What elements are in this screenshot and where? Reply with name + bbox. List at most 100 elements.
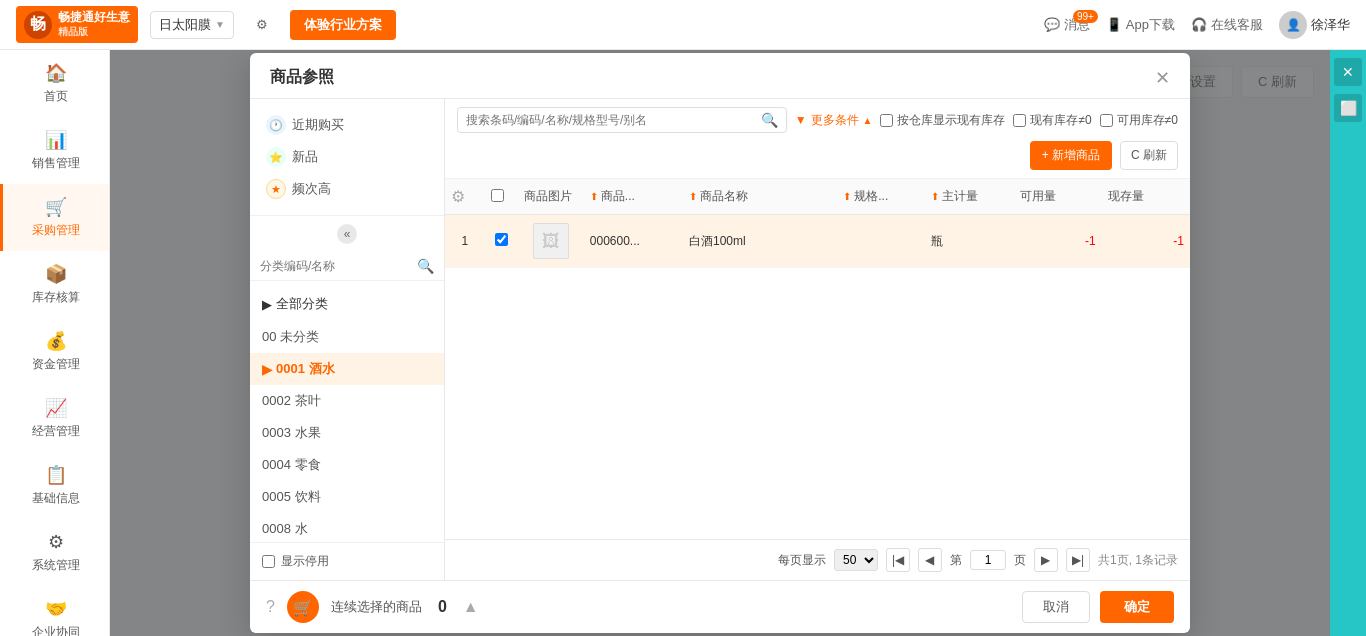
- pagination: 每页显示 50 |◀ ◀ 第 页 ▶ ▶| 共1页, 1条记录: [445, 539, 1190, 580]
- settings-icon[interactable]: ⚙: [246, 9, 278, 41]
- category-item-water[interactable]: 0008 水: [250, 513, 444, 542]
- recent-icon: 🕐: [266, 115, 286, 135]
- more-filter-btn[interactable]: ▼ 更多条件 ▲: [795, 112, 873, 129]
- category-item-tea[interactable]: 0002 茶叶: [250, 385, 444, 417]
- last-page-btn[interactable]: ▶|: [1066, 548, 1090, 572]
- category-expand-arrow: ▶: [262, 362, 272, 377]
- add-product-btn[interactable]: + 新增商品: [1030, 141, 1112, 170]
- category-item-uncategorized[interactable]: 00 未分类: [250, 321, 444, 353]
- sidebar-item-home[interactable]: 🏠 首页: [0, 50, 109, 117]
- table-row[interactable]: 1 🖼 000600...: [445, 215, 1190, 268]
- base-info-icon: 📋: [45, 464, 67, 486]
- category-panel: 🕐 近期购买 ⭐ 新品 ★ 频次高: [250, 99, 445, 580]
- help-icon[interactable]: ?: [266, 598, 275, 616]
- category-item-drink[interactable]: 0005 饮料: [250, 481, 444, 513]
- available-stock-checkbox[interactable]: [1100, 114, 1113, 127]
- sidebar-item-finance[interactable]: 💰 资金管理: [0, 318, 109, 385]
- new-icon: ⭐: [266, 147, 286, 167]
- sort-icon-unit: ⬆: [931, 191, 939, 202]
- sort-icon-code: ⬆: [590, 191, 598, 202]
- filter-arrow-icon: ▲: [863, 115, 873, 126]
- th-stock: 现存量: [1102, 179, 1190, 215]
- prev-page-btn[interactable]: ◀: [918, 548, 942, 572]
- product-reference-modal: 商品参照 ✕ 🕐 近期购买 ⭐: [250, 53, 1190, 633]
- sidebar-item-inventory[interactable]: 📦 库存核算: [0, 251, 109, 318]
- category-item-fruit[interactable]: 0003 水果: [250, 417, 444, 449]
- quick-recent[interactable]: 🕐 近期购买: [262, 109, 432, 141]
- app-icon: 📱: [1106, 17, 1122, 32]
- finance-icon: 💰: [45, 330, 67, 352]
- product-search-box: 🔍: [457, 107, 787, 133]
- checkbox-warehouse[interactable]: 按仓库显示现有库存: [880, 112, 1005, 129]
- page-label: 第: [950, 552, 962, 569]
- checkbox-current-stock[interactable]: 现有库存≠0: [1013, 112, 1091, 129]
- th-name: ⬆ 商品名称: [683, 179, 837, 215]
- toolbar-right: + 新增商品 C 刷新: [1030, 141, 1178, 170]
- current-page-input[interactable]: [970, 550, 1006, 570]
- modal-body: 🕐 近期购买 ⭐ 新品 ★ 频次高: [250, 99, 1190, 580]
- store-selector[interactable]: 日太阳膜 ▼: [150, 11, 234, 39]
- select-all-checkbox[interactable]: [491, 189, 504, 202]
- message-btn[interactable]: 💬 消息 99+: [1044, 16, 1090, 34]
- category-all[interactable]: ▶ 全部分类: [250, 287, 444, 321]
- operations-icon: 📈: [45, 397, 67, 419]
- main-layout: 🏠 首页 📊 销售管理 🛒 采购管理 📦 库存核算 💰 资金管理 📈 经营管理 …: [0, 50, 1366, 636]
- show-disabled-checkbox[interactable]: [262, 555, 275, 568]
- quick-new[interactable]: ⭐ 新品: [262, 141, 432, 173]
- category-search-input[interactable]: [260, 259, 411, 273]
- category-list: ▶ 全部分类 00 未分类 ▶ 0001 酒水 0002 茶: [250, 281, 444, 542]
- row-available-cell: -1: [1014, 215, 1102, 268]
- category-quick: 🕐 近期购买 ⭐ 新品 ★ 频次高: [250, 99, 444, 216]
- row-checkbox-cell: [485, 215, 518, 268]
- category-item-alcohol[interactable]: ▶ 0001 酒水: [250, 353, 444, 385]
- message-icon: 💬: [1044, 17, 1060, 32]
- collapse-btn[interactable]: «: [337, 224, 357, 244]
- sidebar-item-system[interactable]: ⚙ 系统管理: [0, 519, 109, 586]
- th-img: 商品图片: [518, 179, 584, 215]
- experience-btn[interactable]: 体验行业方案: [290, 10, 396, 40]
- category-search-icon[interactable]: 🔍: [417, 258, 434, 274]
- refresh-product-btn[interactable]: C 刷新: [1120, 141, 1178, 170]
- confirm-btn[interactable]: 确定: [1100, 591, 1174, 623]
- warehouse-checkbox[interactable]: [880, 114, 893, 127]
- category-all-arrow: ▶: [262, 297, 272, 312]
- current-stock-checkbox[interactable]: [1013, 114, 1026, 127]
- right-panel-close[interactable]: ✕: [1334, 58, 1362, 86]
- th-available: 可用量: [1014, 179, 1102, 215]
- product-search-icon[interactable]: 🔍: [761, 112, 778, 128]
- sidebar-item-purchase[interactable]: 🛒 采购管理: [0, 184, 109, 251]
- column-settings-icon[interactable]: ⚙: [451, 188, 465, 205]
- row-img-cell: 🖼: [518, 215, 584, 268]
- modal-close-btn[interactable]: ✕: [1155, 69, 1170, 87]
- message-badge: 99+: [1073, 10, 1098, 23]
- app-download-btn[interactable]: 📱 App下载: [1106, 16, 1175, 34]
- product-table-wrap: ⚙ 商品图片: [445, 179, 1190, 539]
- headset-icon: 🎧: [1191, 17, 1207, 32]
- sidebar-item-base-info[interactable]: 📋 基础信息: [0, 452, 109, 519]
- product-search-input[interactable]: [466, 113, 755, 127]
- th-unit: ⬆ 主计量: [925, 179, 1013, 215]
- th-check: [485, 179, 518, 215]
- cart-icon[interactable]: 🛒: [287, 591, 319, 623]
- category-item-snack[interactable]: 0004 零食: [250, 449, 444, 481]
- cancel-btn[interactable]: 取消: [1022, 591, 1090, 623]
- user-menu[interactable]: 👤 徐泽华: [1279, 11, 1350, 39]
- sidebar-item-operations[interactable]: 📈 经营管理: [0, 385, 109, 452]
- th-gear: ⚙: [445, 179, 485, 215]
- online-service-btn[interactable]: 🎧 在线客服: [1191, 16, 1263, 34]
- sidebar-item-sales[interactable]: 📊 销售管理: [0, 117, 109, 184]
- page-size-select[interactable]: 50: [834, 549, 878, 571]
- sales-icon: 📊: [45, 129, 67, 151]
- quick-freq[interactable]: ★ 频次高: [262, 173, 432, 205]
- right-panel-expand[interactable]: ⬜: [1334, 94, 1362, 122]
- footer-collapse-icon[interactable]: ▲: [463, 598, 479, 616]
- avatar: 👤: [1279, 11, 1307, 39]
- next-page-btn[interactable]: ▶: [1034, 548, 1058, 572]
- sidebar-item-cooperation[interactable]: 🤝 企业协同: [0, 586, 109, 636]
- row-checkbox[interactable]: [495, 233, 508, 246]
- total-info: 共1页, 1条记录: [1098, 552, 1178, 569]
- first-page-btn[interactable]: |◀: [886, 548, 910, 572]
- logo: 畅 畅捷通好生意 精品版: [16, 6, 138, 44]
- nav-right: 💬 消息 99+ 📱 App下载 🎧 在线客服 👤 徐泽华: [1044, 11, 1350, 39]
- checkbox-available-stock[interactable]: 可用库存≠0: [1100, 112, 1178, 129]
